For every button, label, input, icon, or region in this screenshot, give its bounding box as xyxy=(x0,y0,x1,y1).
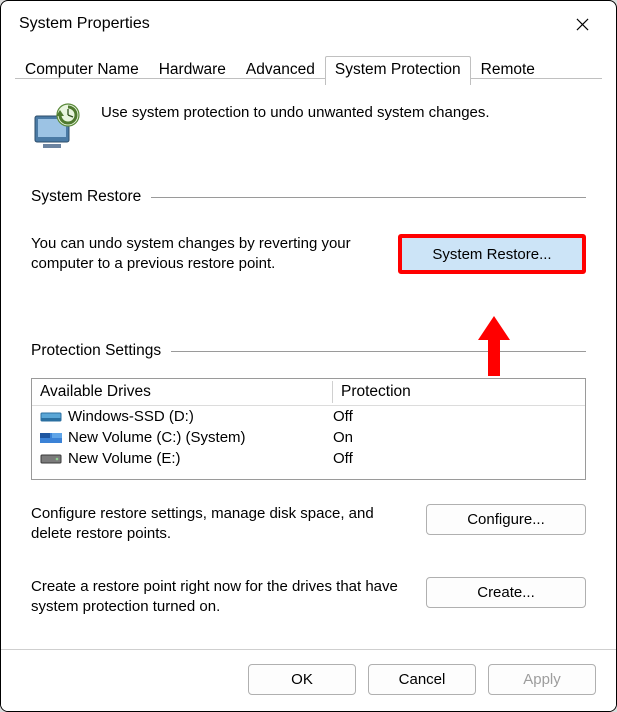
col-available-drives[interactable]: Available Drives xyxy=(32,379,332,405)
legend-protection-settings: Protection Settings xyxy=(31,342,161,360)
drive-row[interactable]: New Volume (E:) Off xyxy=(32,448,585,469)
drive-name: Windows-SSD (D:) xyxy=(68,408,333,425)
system-restore-icon xyxy=(31,102,81,152)
create-description: Create a restore point right now for the… xyxy=(31,577,406,616)
fieldset-system-restore: System Restore You can undo system chang… xyxy=(31,188,586,274)
col-protection[interactable]: Protection xyxy=(333,379,585,405)
dialog-footer: OK Cancel Apply xyxy=(1,649,616,711)
drives-table: Available Drives Protection Windows-SSD … xyxy=(31,378,586,480)
legend-system-restore: System Restore xyxy=(31,188,141,206)
divider xyxy=(171,351,586,352)
ok-button[interactable]: OK xyxy=(248,664,356,695)
create-button[interactable]: Create... xyxy=(426,577,586,608)
tab-underline xyxy=(15,78,602,79)
drive-row[interactable]: Windows-SSD (D:) Off xyxy=(32,406,585,427)
system-properties-window: System Properties Computer Name Hardware… xyxy=(0,0,617,712)
drive-volume-icon xyxy=(40,431,62,445)
drives-table-header: Available Drives Protection xyxy=(32,379,585,406)
drive-protection: On xyxy=(333,429,577,446)
drive-ssd-icon xyxy=(40,410,62,424)
apply-button[interactable]: Apply xyxy=(488,664,596,695)
close-button[interactable] xyxy=(562,4,602,44)
intro-text: Use system protection to undo unwanted s… xyxy=(101,104,490,123)
drive-hdd-icon xyxy=(40,452,62,466)
tab-advanced[interactable]: Advanced xyxy=(236,56,325,85)
tabbar: Computer Name Hardware Advanced System P… xyxy=(1,55,616,84)
tab-computer-name[interactable]: Computer Name xyxy=(15,56,149,85)
cancel-button[interactable]: Cancel xyxy=(368,664,476,695)
system-restore-button[interactable]: System Restore... xyxy=(398,234,586,274)
drive-protection: Off xyxy=(333,408,577,425)
close-icon xyxy=(576,18,589,31)
drive-protection: Off xyxy=(333,450,577,467)
restore-description: You can undo system changes by reverting… xyxy=(31,234,380,273)
tab-system-protection[interactable]: System Protection xyxy=(325,56,471,85)
drive-name: New Volume (E:) xyxy=(68,450,333,467)
configure-description: Configure restore settings, manage disk … xyxy=(31,504,406,543)
drive-name: New Volume (C:) (System) xyxy=(68,429,333,446)
tab-remote[interactable]: Remote xyxy=(471,56,545,85)
drive-row[interactable]: New Volume (C:) (System) On xyxy=(32,427,585,448)
intro-row: Use system protection to undo unwanted s… xyxy=(31,102,586,152)
titlebar: System Properties xyxy=(1,1,616,47)
fieldset-protection-settings: Protection Settings Available Drives Pro… xyxy=(31,342,586,616)
tab-hardware[interactable]: Hardware xyxy=(149,56,236,85)
divider xyxy=(151,197,586,198)
panel-system-protection: Use system protection to undo unwanted s… xyxy=(1,84,616,649)
configure-button[interactable]: Configure... xyxy=(426,504,586,535)
window-title: System Properties xyxy=(19,15,150,33)
